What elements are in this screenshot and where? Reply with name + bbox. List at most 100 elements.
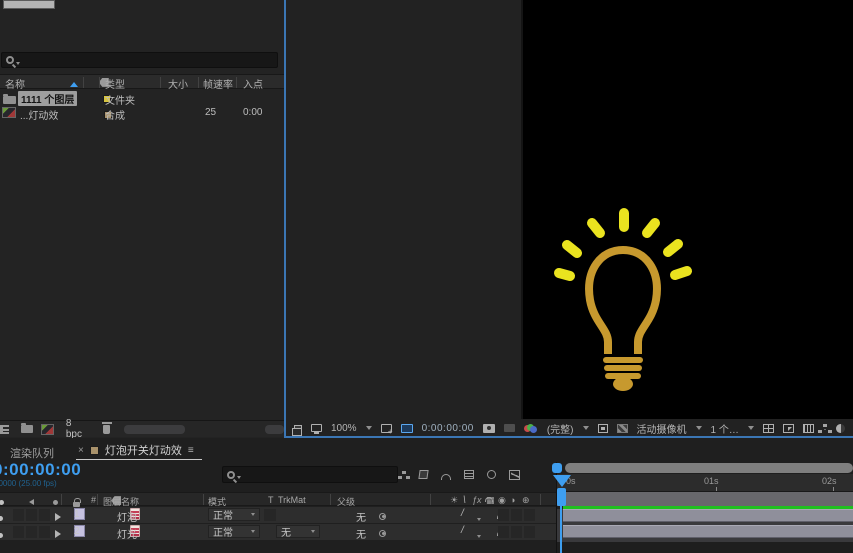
sort-ascending-icon[interactable] [70, 81, 78, 87]
solo-column-icon[interactable] [53, 500, 59, 506]
project-item-comp[interactable]: ...灯动效 合成 25 0:00 [0, 105, 284, 122]
comp-flowchart-icon[interactable] [822, 423, 827, 427]
choose-view-options-icon[interactable] [380, 423, 393, 436]
snapshot-camera-icon[interactable] [482, 423, 495, 433]
footer-scrollbar-end[interactable] [265, 424, 284, 434]
parent-value[interactable]: 无 [356, 509, 366, 524]
project-item-folder[interactable]: 1111 个图层 文件夹 [0, 90, 298, 107]
expand-layer-icon[interactable] [54, 513, 61, 521]
camera-caret-icon[interactable] [695, 426, 702, 430]
expand-layer-icon[interactable] [54, 530, 61, 538]
column-divider[interactable] [198, 77, 199, 88]
tab-comp-label[interactable]: 灯泡开关灯动效 [105, 442, 182, 458]
layer-visibility-eye-icon[interactable] [0, 532, 3, 538]
new-folder-icon[interactable] [20, 423, 33, 433]
panel-outline-left[interactable] [284, 0, 286, 438]
layer-row-2[interactable]: 2 灯光 正常 无 无 / [0, 524, 557, 541]
motion-blur-switch-icon[interactable]: ◉ [498, 495, 506, 506]
zoom-caret-icon[interactable] [365, 426, 372, 430]
column-t[interactable]: T [268, 495, 274, 505]
resolution-select[interactable]: (完整) [547, 421, 574, 436]
draft-3d-icon[interactable] [418, 470, 429, 479]
time-navigator-bar[interactable] [565, 463, 853, 473]
transparency-grid-icon[interactable] [616, 423, 628, 433]
layer-visibility-eye-icon[interactable] [0, 515, 3, 521]
tab-composition[interactable]: × 灯泡开关灯动效 ≡ [78, 441, 194, 459]
motion-blur-icon[interactable] [487, 470, 496, 479]
active-camera-select[interactable]: 活动摄像机 [637, 421, 687, 436]
lock-toggle[interactable] [39, 509, 50, 521]
work-area-bar[interactable] [557, 492, 853, 506]
time-ruler[interactable]: 0s 01s 02s [557, 474, 853, 492]
switch-cell[interactable] [524, 526, 535, 538]
column-number[interactable]: # [91, 495, 96, 505]
viewer-timecode[interactable]: 0:00:00:00 [422, 423, 474, 434]
switch-cell[interactable] [498, 526, 509, 538]
search-options-caret-icon[interactable] [16, 61, 20, 65]
column-divider[interactable] [540, 494, 541, 505]
graph-editor-icon[interactable] [509, 469, 520, 480]
column-name[interactable]: 名称 [5, 76, 25, 91]
trash-icon[interactable] [101, 422, 113, 434]
always-preview-icon[interactable] [292, 425, 302, 436]
mini-flowchart-icon[interactable] [402, 470, 406, 474]
column-in-point[interactable]: 入点 [243, 76, 263, 91]
current-timecode[interactable]: 0:00:00:00 [0, 460, 81, 480]
search-options-caret-icon[interactable] [237, 476, 241, 479]
column-divider[interactable] [99, 77, 100, 88]
3d-switch-icon[interactable]: ⊕ [522, 495, 530, 506]
region-of-interest-toggle-icon[interactable] [597, 423, 608, 433]
switch-cell[interactable] [511, 526, 522, 538]
tab-close-icon[interactable]: × [78, 445, 84, 456]
quality-toggle-icon[interactable]: / [461, 508, 464, 519]
parent-caret-icon[interactable] [476, 534, 481, 538]
quality-toggle-icon[interactable]: / [461, 525, 464, 536]
column-divider[interactable] [330, 494, 331, 505]
layer-duration-bar-2[interactable] [563, 525, 853, 538]
column-divider[interactable] [61, 494, 62, 505]
resolution-caret-icon[interactable] [582, 426, 589, 430]
frame-blend-switch-icon[interactable]: ▦ [486, 495, 495, 506]
column-fps[interactable]: 帧速率 [203, 76, 233, 91]
zoom-level[interactable]: 100% [331, 423, 357, 434]
solo-toggle[interactable] [26, 526, 37, 538]
collapse-switch-icon[interactable]: ☀ [450, 495, 458, 506]
column-size[interactable]: 大小 [168, 76, 188, 91]
column-type[interactable]: 类型 [105, 76, 125, 91]
playhead-line[interactable] [560, 488, 562, 553]
trkmat-select[interactable]: 无 [276, 525, 320, 539]
timeline-button-icon[interactable] [802, 423, 814, 433]
project-item-name[interactable]: 1111 个图层 [18, 91, 78, 106]
region-of-interest-icon[interactable] [400, 423, 413, 433]
view-layout-caret-icon[interactable] [747, 426, 754, 430]
parent-caret-icon[interactable] [476, 517, 481, 521]
lock-toggle[interactable] [39, 526, 50, 538]
magnification-monitor-icon[interactable] [311, 424, 322, 434]
switch-cell[interactable] [498, 509, 509, 521]
video-column-eye-icon[interactable] [0, 500, 4, 506]
timeline-search-input[interactable] [222, 466, 398, 483]
column-divider[interactable] [83, 77, 84, 88]
switch-cell[interactable] [511, 509, 522, 521]
parent-pickwhip-icon[interactable] [379, 512, 387, 520]
column-divider[interactable] [430, 494, 431, 505]
show-channel-icon[interactable] [523, 423, 538, 433]
footer-scrollbar[interactable] [124, 424, 186, 434]
column-trkmat[interactable]: TrkMat [278, 495, 306, 505]
interpret-footage-icon[interactable] [0, 424, 9, 434]
fx-switch-icon[interactable]: ƒx [472, 495, 482, 505]
blend-mode-select[interactable]: 正常 [208, 508, 260, 522]
show-snapshot-icon[interactable] [503, 424, 515, 432]
audio-column-speaker-icon[interactable] [26, 498, 34, 505]
time-navigator-start-handle[interactable] [552, 463, 562, 473]
view-layout-select[interactable]: 1 个… [711, 421, 739, 436]
quality-switch-icon[interactable]: \ [463, 495, 466, 506]
exposure-icon[interactable] [835, 423, 845, 433]
switch-cell[interactable] [524, 509, 535, 521]
project-item-name[interactable]: ...灯动效 [20, 107, 58, 122]
column-divider[interactable] [203, 494, 204, 505]
column-divider[interactable] [97, 494, 98, 505]
layer-row-1[interactable]: 1 灯泡 正常 无 / [0, 507, 557, 524]
grid-guides-icon[interactable] [762, 423, 774, 433]
audio-toggle[interactable] [13, 509, 24, 521]
